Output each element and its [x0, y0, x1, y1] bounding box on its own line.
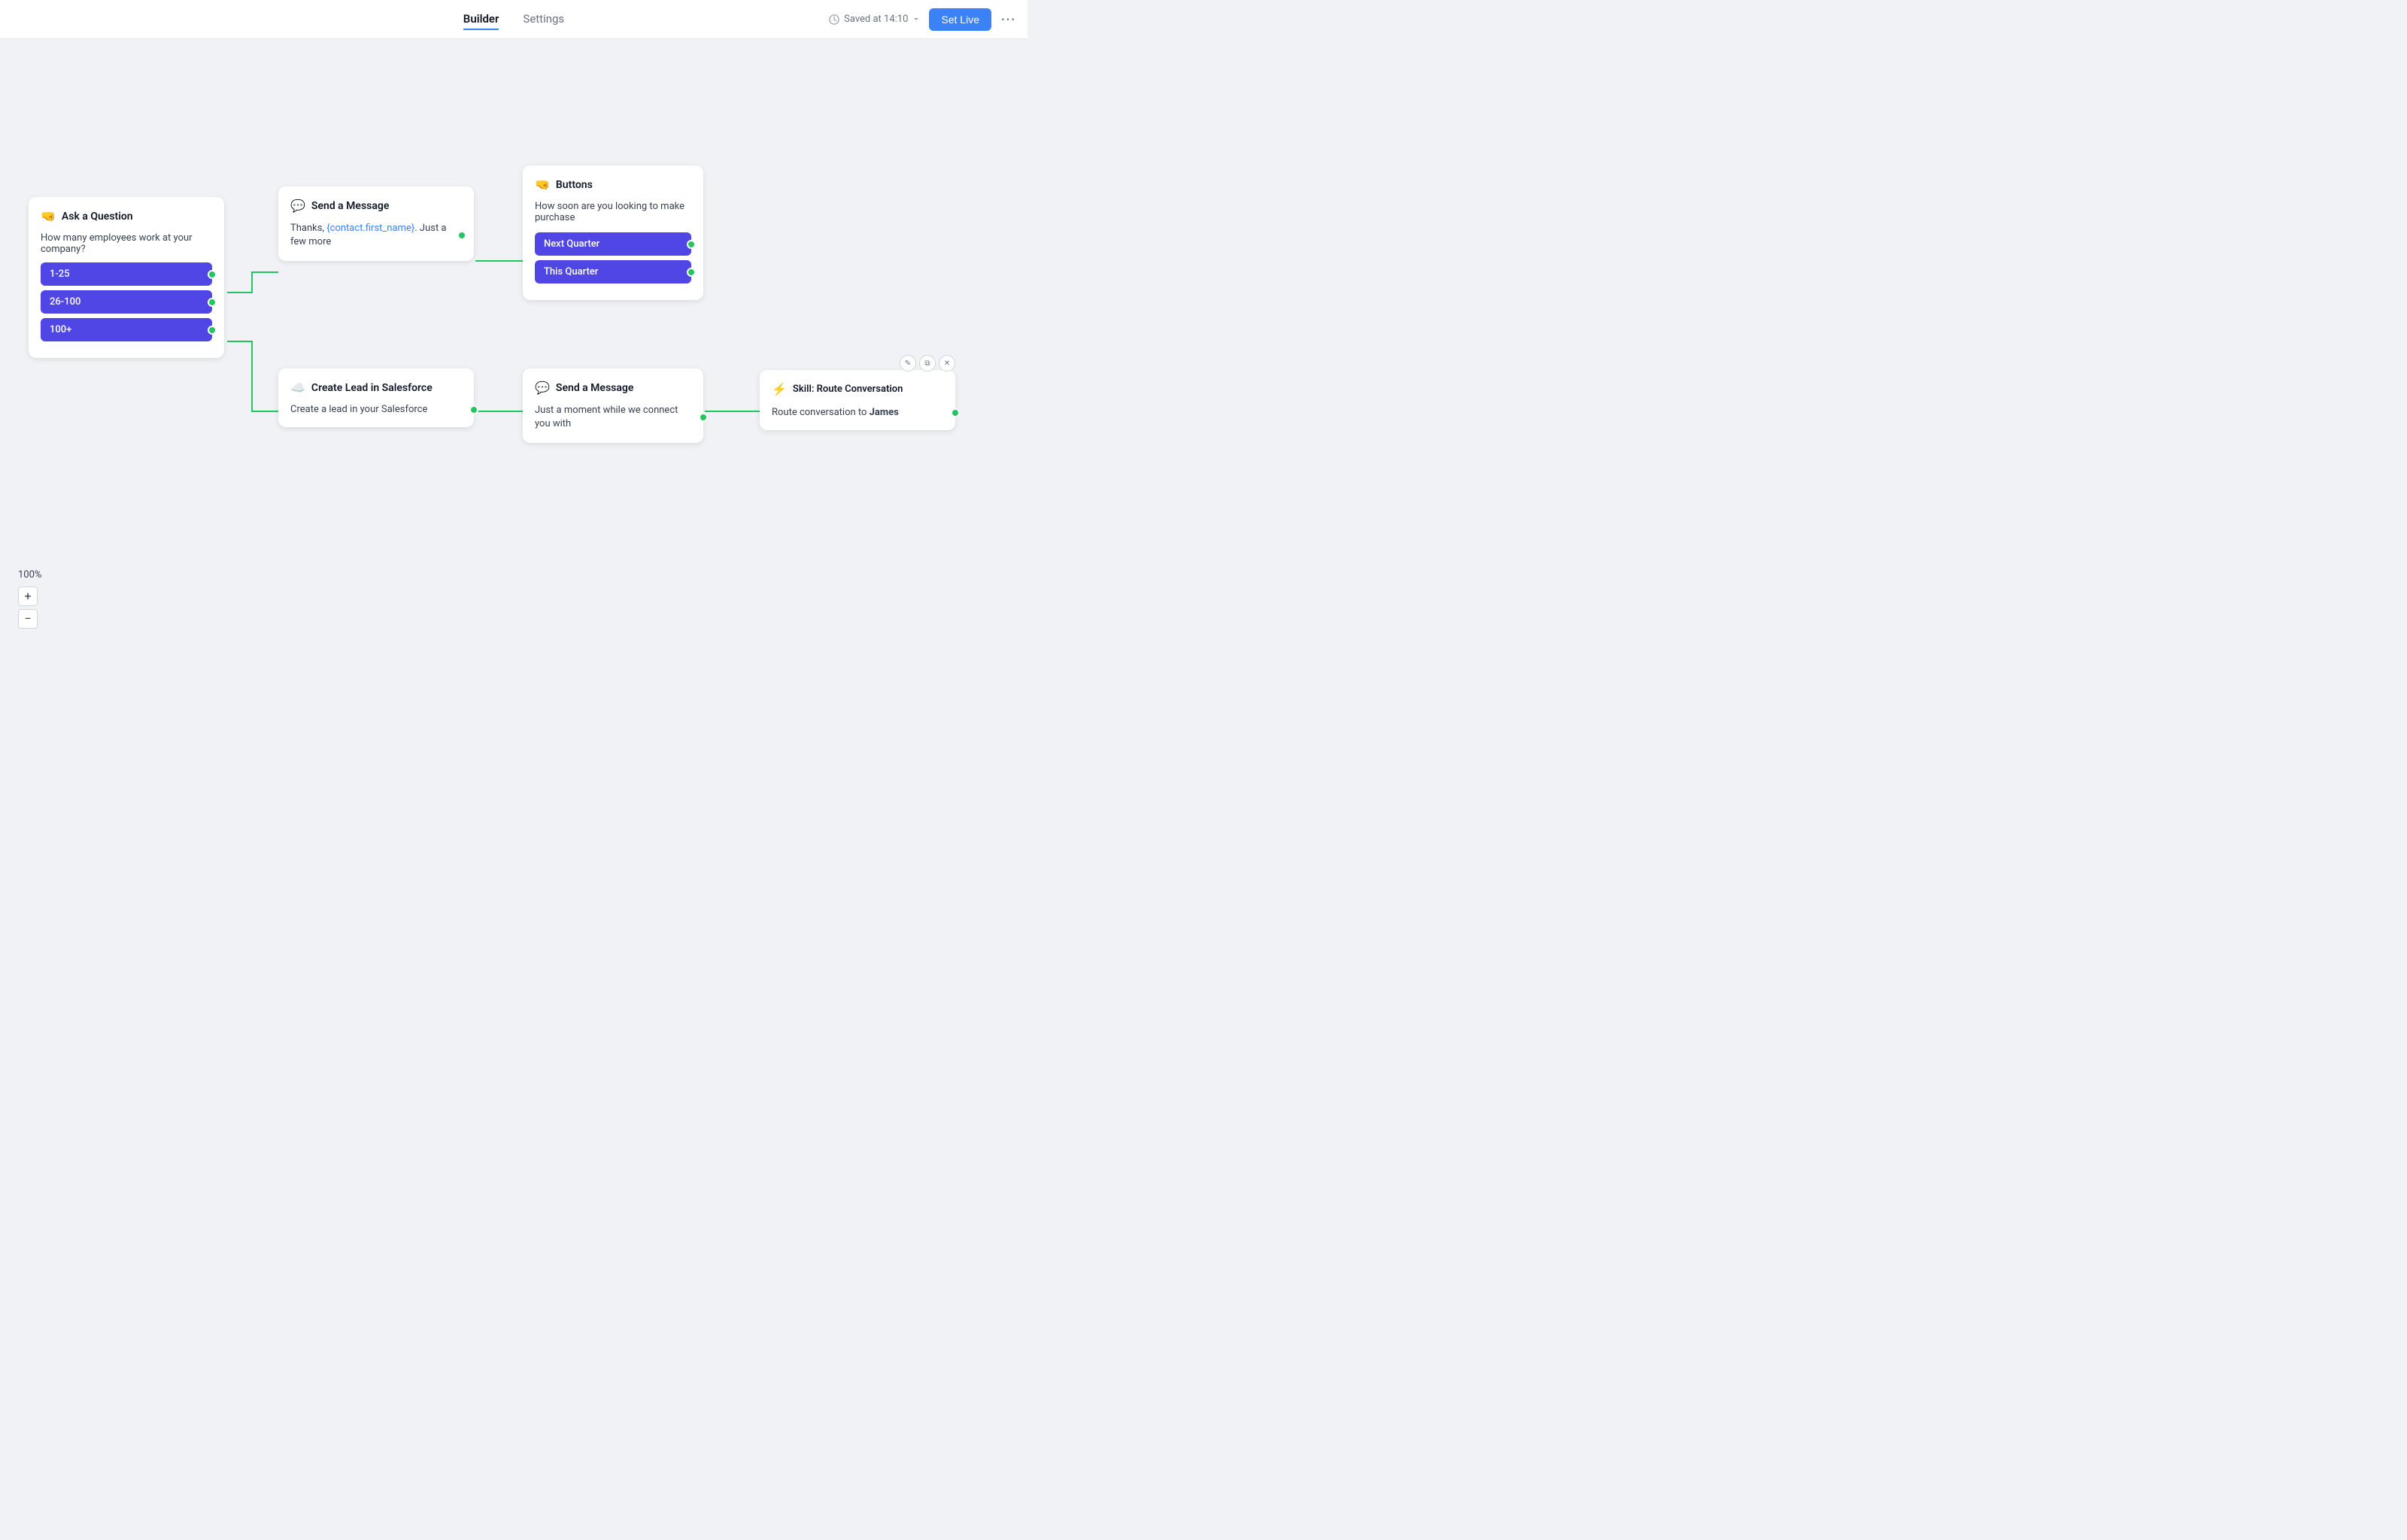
salesforce-body: Create a lead in your Salesforce	[290, 404, 462, 415]
send-message-top-icon: 💬	[290, 199, 305, 213]
header: Builder Settings Saved at 14:10 Set Live…	[0, 0, 1027, 39]
send-bottom-output-dot	[699, 413, 708, 422]
ask-question-text: How many employees work at your company?	[41, 232, 212, 255]
salesforce-output-dot	[469, 405, 478, 414]
saved-text: Saved at 14:10	[844, 14, 908, 25]
send-message-top-text: Thanks, {contact.first_name}. Just a few…	[290, 222, 462, 249]
ask-option-1[interactable]: 1-25	[41, 262, 212, 286]
more-button[interactable]: ⋯	[1000, 10, 1015, 29]
buttons-title: Buttons	[556, 179, 593, 191]
skill-actions: ✎ ⧉ ✕	[900, 355, 955, 371]
header-right: Saved at 14:10 Set Live ⋯	[829, 8, 1015, 31]
send-message-bottom-card: 💬 Send a Message Just a moment while we …	[523, 368, 703, 443]
skill-route-text: Route conversation to James	[772, 407, 943, 418]
button-option-2[interactable]: This Quarter	[535, 260, 691, 283]
buttons-question: How soon are you looking to make purchas…	[535, 201, 691, 223]
skill-route-header: ⚡ Skill: Route Conversation	[772, 382, 943, 398]
contact-var: {contact.first_name}	[326, 223, 414, 234]
button-1-connector	[687, 240, 696, 249]
ask-question-icon: 🤜	[41, 209, 56, 223]
ask-option-3[interactable]: 100+	[41, 318, 212, 341]
buttons-options: Next Quarter This Quarter	[535, 232, 691, 283]
send-message-top-header: 💬 Send a Message	[290, 199, 462, 213]
send-message-bottom-icon: 💬	[535, 380, 550, 395]
ask-question-card: 🤜 Ask a Question How many employees work…	[29, 197, 224, 358]
ask-question-title: Ask a Question	[62, 211, 133, 223]
ask-question-header: 🤜 Ask a Question	[41, 209, 212, 223]
salesforce-icon: ☁️	[290, 380, 305, 395]
skill-delete-button[interactable]: ✕	[939, 355, 955, 371]
send-message-top-body: Thanks, {contact.first_name}. Just a few…	[290, 222, 462, 249]
skill-edit-button[interactable]: ✎	[900, 355, 916, 371]
saved-label: Saved at 14:10	[829, 14, 920, 25]
option-2-connector	[208, 298, 217, 307]
send-message-bottom-text: Just a moment while we connect you with	[535, 404, 691, 431]
zoom-out-button[interactable]: −	[18, 609, 38, 629]
send-message-bottom-body: Just a moment while we connect you with	[535, 404, 691, 431]
salesforce-text: Create a lead in your Salesforce	[290, 404, 462, 415]
skill-route-card: ✎ ⧉ ✕ ⚡ Skill: Route Conversation Route …	[760, 370, 955, 430]
skill-output-dot	[951, 408, 960, 417]
skill-route-body: Route conversation to James	[772, 407, 943, 418]
ask-option-2[interactable]: 26-100	[41, 290, 212, 314]
salesforce-title: Create Lead in Salesforce	[311, 382, 433, 394]
button-2-connector	[687, 268, 696, 277]
option-3-connector	[208, 326, 217, 335]
skill-route-title: Skill: Route Conversation	[793, 383, 903, 395]
buttons-header: 🤜 Buttons	[535, 177, 691, 192]
salesforce-card: ☁️ Create Lead in Salesforce Create a le…	[278, 368, 474, 427]
buttons-card: 🤜 Buttons How soon are you looking to ma…	[523, 165, 703, 300]
zoom-controls: 100% + −	[18, 569, 41, 632]
option-1-connector	[208, 270, 217, 279]
header-tabs: Builder Settings	[463, 9, 564, 30]
button-option-1[interactable]: Next Quarter	[535, 232, 691, 256]
tab-builder[interactable]: Builder	[463, 9, 499, 30]
send-top-output-dot	[457, 231, 466, 240]
canvas: 🤜 Ask a Question How many employees work…	[0, 39, 1027, 677]
skill-copy-button[interactable]: ⧉	[919, 355, 936, 371]
tab-settings[interactable]: Settings	[523, 9, 564, 30]
send-text-before: Thanks,	[290, 223, 326, 234]
ask-options: 1-25 26-100 100+	[41, 262, 212, 341]
set-live-button[interactable]: Set Live	[929, 8, 991, 31]
buttons-icon: 🤜	[535, 177, 550, 192]
send-message-bottom-title: Send a Message	[556, 382, 633, 394]
zoom-in-button[interactable]: +	[18, 587, 38, 606]
send-message-top-card: 💬 Send a Message Thanks, {contact.first_…	[278, 186, 474, 261]
skill-route-icon: ⚡	[772, 382, 787, 396]
send-message-bottom-header: 💬 Send a Message	[535, 380, 691, 395]
salesforce-header: ☁️ Create Lead in Salesforce	[290, 380, 462, 395]
zoom-percent: 100%	[18, 569, 41, 581]
connector-lines	[0, 39, 1027, 677]
send-message-top-title: Send a Message	[311, 200, 389, 212]
